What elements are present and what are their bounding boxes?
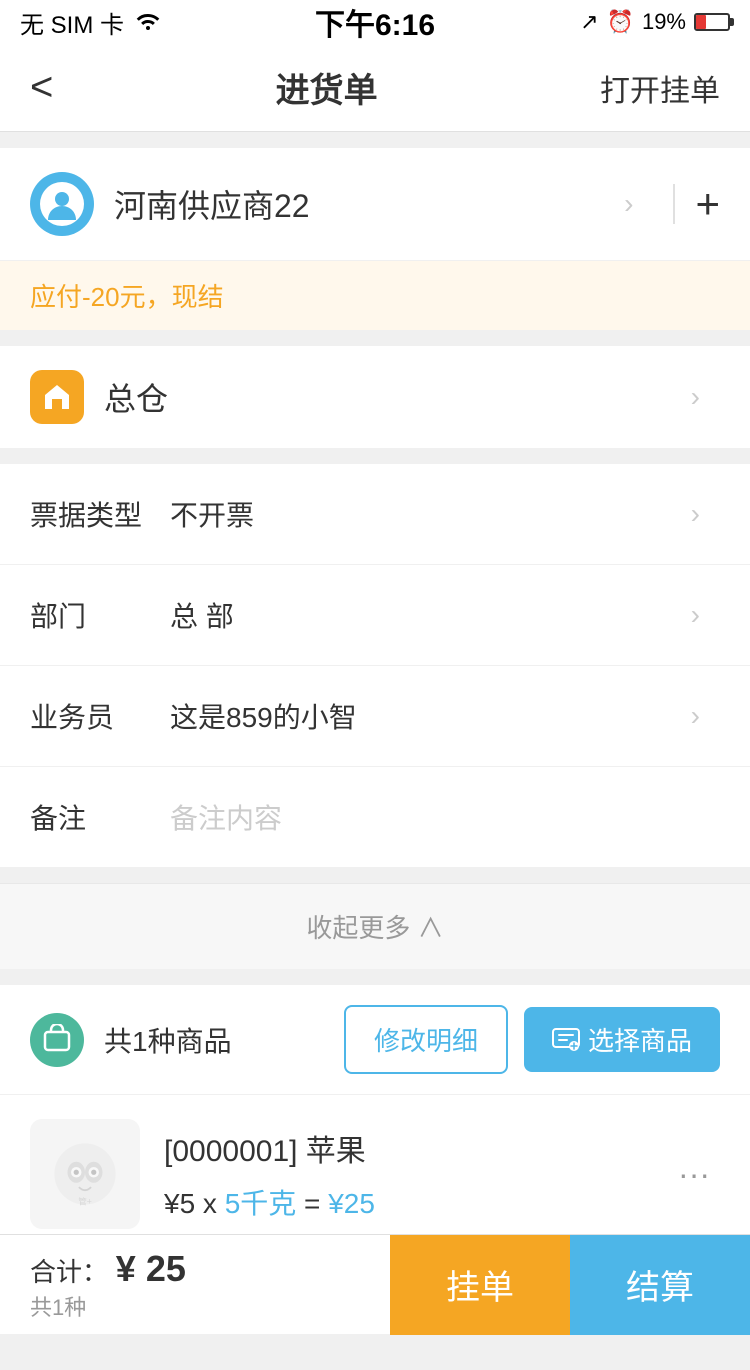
edit-detail-button[interactable]: 修改明细 xyxy=(344,1005,508,1074)
product-more-button[interactable]: ··· xyxy=(668,1146,720,1203)
product-title: 苹果 xyxy=(306,1135,366,1168)
select-product-label: 选择商品 xyxy=(588,1021,692,1058)
supplier-avatar xyxy=(30,172,94,236)
battery-text: 19% xyxy=(642,9,686,35)
supplier-section: 河南供应商22 › + 应付-20元，现结 xyxy=(0,148,750,330)
battery-icon xyxy=(694,13,730,31)
total-label: 合计： xyxy=(30,1257,108,1287)
warehouse-icon xyxy=(30,370,84,424)
warehouse-name: 总仓 xyxy=(104,374,691,420)
supplier-notice: 应付-20元，现结 xyxy=(0,261,750,330)
product-info: [0000001] 苹果 ¥5 x 5千克 = ¥25 xyxy=(164,1126,668,1222)
carrier-text: 无 SIM 卡 xyxy=(20,5,124,40)
invoice-value: 不开票 xyxy=(170,494,691,534)
warehouse-section: 总仓 › xyxy=(0,346,750,448)
total-value: ¥25 xyxy=(328,1188,375,1219)
sales-value: 这是859的小智 xyxy=(170,696,691,736)
dept-label: 部门 xyxy=(30,595,150,635)
total-amount: ¥ 25 xyxy=(116,1248,186,1289)
quantity-value: 5千克 xyxy=(225,1188,297,1219)
invoice-label: 票据类型 xyxy=(30,494,150,534)
supplier-row[interactable]: 河南供应商22 › + xyxy=(0,148,750,261)
svg-text:管+: 管+ xyxy=(78,1196,92,1207)
total-count: 共1种 xyxy=(30,1290,360,1322)
dept-value: 总 部 xyxy=(170,595,691,635)
separator2 xyxy=(0,969,750,985)
price-eq: = xyxy=(296,1188,328,1219)
checkout-button[interactable]: 结算 xyxy=(570,1235,750,1335)
dept-chevron-icon: › xyxy=(691,599,700,631)
product-header: 共1种商品 修改明细 选择商品 xyxy=(0,985,750,1095)
sales-label: 业务员 xyxy=(30,696,150,736)
supplier-avatar-inner xyxy=(40,182,84,226)
status-bar: 无 SIM 卡 下午6:16 ↗ ⏰ 19% xyxy=(0,0,750,44)
product-item: 管+ [0000001] 苹果 ¥5 x 5千克 = ¥25 ··· xyxy=(0,1095,750,1254)
product-price: ¥5 x 5千克 = ¥25 xyxy=(164,1182,668,1222)
page-title: 进货单 xyxy=(276,63,378,112)
remark-label: 备注 xyxy=(30,797,150,837)
invoice-row[interactable]: 票据类型 不开票 › xyxy=(0,464,750,565)
sales-row[interactable]: 业务员 这是859的小智 › xyxy=(0,666,750,767)
hang-button[interactable]: 挂单 xyxy=(390,1235,570,1335)
remark-row[interactable]: 备注 备注内容 xyxy=(0,767,750,867)
bottom-bar: 合计： ¥ 25 共1种 挂单 结算 xyxy=(0,1234,750,1334)
form-section: 票据类型 不开票 › 部门 总 部 › 业务员 这是859的小智 › 备注 备注… xyxy=(0,464,750,867)
supplier-name: 河南供应商22 xyxy=(114,181,624,227)
supplier-divider xyxy=(673,184,675,224)
nav-bar: < 进货单 打开挂单 xyxy=(0,44,750,132)
product-thumbnail: 管+ xyxy=(30,1119,140,1229)
price-value: ¥5 x xyxy=(164,1188,225,1219)
total-section: 合计： ¥ 25 共1种 xyxy=(0,1248,390,1322)
collapse-button[interactable]: 收起更多 ∧ xyxy=(0,883,750,969)
product-code: [0000001] xyxy=(164,1135,306,1168)
warehouse-chevron-icon: › xyxy=(691,381,700,413)
location-icon: ↗ xyxy=(580,9,598,35)
separator xyxy=(0,132,750,148)
dept-row[interactable]: 部门 总 部 › xyxy=(0,565,750,666)
product-icon xyxy=(30,1013,84,1067)
status-time: 下午6:16 xyxy=(315,9,435,42)
alarm-icon: ⏰ xyxy=(607,9,634,35)
supplier-chevron-icon: › xyxy=(624,188,633,220)
sales-chevron-icon: › xyxy=(691,700,700,732)
wifi-icon xyxy=(134,8,162,37)
product-name: [0000001] 苹果 xyxy=(164,1126,668,1170)
add-supplier-button[interactable]: + xyxy=(695,180,720,228)
select-product-button[interactable]: 选择商品 xyxy=(524,1007,720,1072)
product-count: 共1种商品 xyxy=(104,1020,344,1060)
invoice-chevron-icon: › xyxy=(691,498,700,530)
product-section: 共1种商品 修改明细 选择商品 管+ xyxy=(0,985,750,1254)
open-hang-button[interactable]: 打开挂单 xyxy=(600,66,720,110)
warehouse-row[interactable]: 总仓 › xyxy=(0,346,750,448)
back-button[interactable]: < xyxy=(30,65,53,110)
remark-input[interactable]: 备注内容 xyxy=(170,797,720,837)
